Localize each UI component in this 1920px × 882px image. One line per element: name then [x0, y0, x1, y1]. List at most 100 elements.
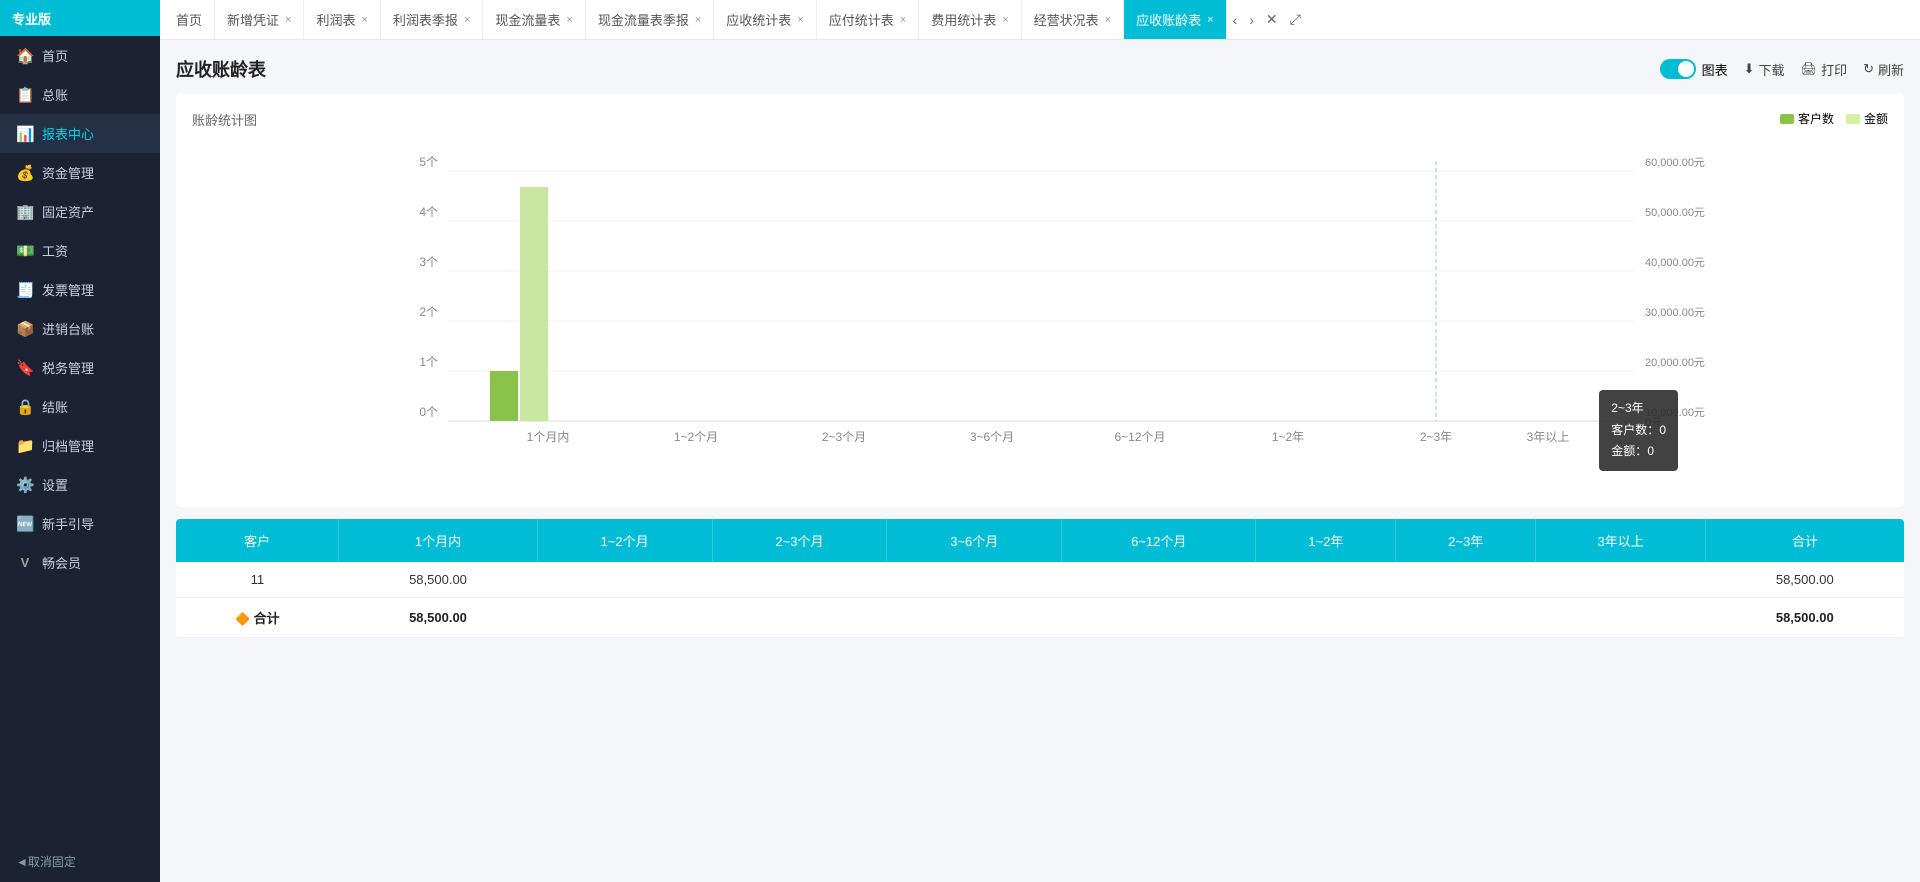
- sidebar-logo: 专业版: [0, 0, 160, 36]
- cell-month36: [887, 562, 1062, 598]
- sidebar-item-funds[interactable]: 💰 资金管理: [0, 153, 160, 192]
- sidebar-item-archive[interactable]: 📁 归档管理: [0, 426, 160, 465]
- sidebar-item-vip[interactable]: V 畅会员: [0, 543, 160, 582]
- sidebar-item-label: 结账: [42, 397, 68, 416]
- tab-close-icon[interactable]: ×: [1002, 14, 1008, 26]
- refresh-button[interactable]: ↻ 刷新: [1863, 60, 1904, 79]
- tab-home[interactable]: 首页: [164, 0, 215, 40]
- cell-month1: 58,500.00: [339, 562, 537, 598]
- tab-home-label: 首页: [176, 10, 202, 29]
- sidebar-item-label: 报表中心: [42, 124, 94, 143]
- chart-title: 账龄统计图: [192, 110, 1888, 129]
- invoice-icon: 🧾: [16, 281, 34, 299]
- tab-business-status[interactable]: 经营状况表 ×: [1022, 0, 1124, 40]
- total-month612: [1062, 598, 1256, 638]
- tab-close-icon[interactable]: ×: [1105, 14, 1111, 26]
- total-month23: [712, 598, 887, 638]
- sidebar-item-home[interactable]: 🏠 首页: [0, 36, 160, 75]
- sidebar-item-close[interactable]: 🔒 结账: [0, 387, 160, 426]
- legend-customers-dot: [1780, 114, 1794, 124]
- sidebar-item-label: 进销台账: [42, 319, 94, 338]
- tab-cashflow[interactable]: 现金流量表 ×: [483, 0, 585, 40]
- chart-toggle[interactable]: [1660, 59, 1696, 79]
- chart-svg-area: 5个 4个 3个 2个 1个 0个 60,000.00元 50,000.00元 …: [192, 141, 1888, 491]
- sidebar-item-stock[interactable]: 📦 进销台账: [0, 309, 160, 348]
- chart-legend: 客户数 金额: [1780, 110, 1888, 127]
- tab-close-icon[interactable]: ×: [1207, 14, 1213, 26]
- svg-text:6~12个月: 6~12个月: [1114, 430, 1165, 444]
- print-button[interactable]: 🖨 打印: [1801, 60, 1848, 79]
- tab-nav-left[interactable]: ‹: [1227, 0, 1244, 40]
- sidebar-item-ledger[interactable]: 📋 总账: [0, 75, 160, 114]
- col-header-month36: 3~6个月: [887, 519, 1062, 562]
- tab-new-voucher[interactable]: 新增凭证 ×: [215, 0, 304, 40]
- sidebar-item-settings[interactable]: ⚙️ 设置: [0, 465, 160, 504]
- total-year3plus: [1536, 598, 1706, 638]
- cell-year23: [1396, 562, 1536, 598]
- table-total-row: 🔶 合计 58,500.00 58,500.00: [176, 598, 1904, 638]
- sidebar-item-assets[interactable]: 🏢 固定资产: [0, 192, 160, 231]
- col-header-month1: 1个月内: [339, 519, 537, 562]
- sidebar-item-invoice[interactable]: 🧾 发票管理: [0, 270, 160, 309]
- download-button[interactable]: ⬇ 下载: [1744, 60, 1785, 79]
- svg-text:4个: 4个: [419, 205, 438, 219]
- sidebar-item-guide[interactable]: 🆕 新手引导: [0, 504, 160, 543]
- tab-aging[interactable]: 应收账龄表 ×: [1124, 0, 1226, 40]
- total-month36: [887, 598, 1062, 638]
- tab-expense-stats[interactable]: 费用统计表 ×: [919, 0, 1021, 40]
- sidebar-item-tax[interactable]: 🔖 税务管理: [0, 348, 160, 387]
- tab-nav-right[interactable]: ›: [1243, 0, 1260, 40]
- tab-label: 新增凭证: [227, 10, 279, 29]
- chart-svg: 5个 4个 3个 2个 1个 0个 60,000.00元 50,000.00元 …: [192, 141, 1888, 491]
- ledger-icon: 📋: [16, 86, 34, 104]
- total-year23: [1396, 598, 1536, 638]
- tab-close-icon[interactable]: ×: [566, 14, 572, 26]
- total-text: 合计: [254, 611, 280, 626]
- sidebar-item-reports[interactable]: 📊 报表中心: [0, 114, 160, 153]
- tab-payable-stats[interactable]: 应付统计表 ×: [817, 0, 919, 40]
- tab-label: 费用统计表: [931, 10, 996, 29]
- vip-icon: V: [16, 555, 34, 570]
- col-header-month23: 2~3个月: [712, 519, 887, 562]
- print-icon: 🖨: [1801, 61, 1818, 77]
- tab-receivable-stats[interactable]: 应收统计表 ×: [714, 0, 816, 40]
- chart-container: 账龄统计图 客户数 金额 5个 4个 3个 2个: [176, 94, 1904, 507]
- col-header-total: 合计: [1706, 519, 1904, 562]
- stock-icon: 📦: [16, 320, 34, 338]
- sidebar-item-label: 资金管理: [42, 163, 94, 182]
- assets-icon: 🏢: [16, 203, 34, 221]
- svg-text:2~3个月: 2~3个月: [822, 430, 866, 444]
- tab-close-icon[interactable]: ×: [797, 14, 803, 26]
- total-label: 🔶 合计: [176, 598, 339, 638]
- archive-icon: 📁: [16, 437, 34, 455]
- col-header-year3plus: 3年以上: [1536, 519, 1706, 562]
- sidebar-item-label: 归档管理: [42, 436, 94, 455]
- tab-close-icon[interactable]: ×: [900, 14, 906, 26]
- sidebar-item-salary[interactable]: 💵 工资: [0, 231, 160, 270]
- tab-close-all[interactable]: ✕: [1260, 0, 1284, 40]
- tab-cashflow-quarterly[interactable]: 现金流量表季报 ×: [586, 0, 714, 40]
- page-content-area: 应收账龄表 图表 ⬇ 下载 🖨 打印 ↻ 刷新: [160, 40, 1920, 882]
- total-month12: [537, 598, 712, 638]
- sidebar-item-label: 设置: [42, 475, 68, 494]
- col-header-year23: 2~3年: [1396, 519, 1536, 562]
- tab-expand[interactable]: ⤢: [1284, 0, 1307, 40]
- cell-month12: [537, 562, 712, 598]
- col-header-customer: 客户: [176, 519, 339, 562]
- bar-customers-0: [490, 371, 518, 421]
- cell-month612: [1062, 562, 1256, 598]
- sidebar-collapse-btn[interactable]: ◄取消固定: [0, 841, 160, 882]
- tab-profit-quarterly[interactable]: 利润表季报 ×: [381, 0, 483, 40]
- sidebar-item-label: 新手引导: [42, 514, 94, 533]
- tab-close-icon[interactable]: ×: [285, 14, 291, 26]
- tax-icon: 🔖: [16, 359, 34, 377]
- sidebar: 专业版 🏠 首页 📋 总账 📊 报表中心 💰 资金管理 🏢 固定资产 💵 工资 …: [0, 0, 160, 882]
- tab-close-icon[interactable]: ×: [464, 14, 470, 26]
- home-icon: 🏠: [16, 47, 34, 65]
- tab-close-icon[interactable]: ×: [695, 14, 701, 26]
- tab-profit[interactable]: 利润表 ×: [304, 0, 380, 40]
- svg-text:2~3年: 2~3年: [1420, 430, 1452, 444]
- tab-close-icon[interactable]: ×: [361, 14, 367, 26]
- svg-text:40,000.00元: 40,000.00元: [1645, 257, 1705, 269]
- tab-label: 应付统计表: [829, 10, 894, 29]
